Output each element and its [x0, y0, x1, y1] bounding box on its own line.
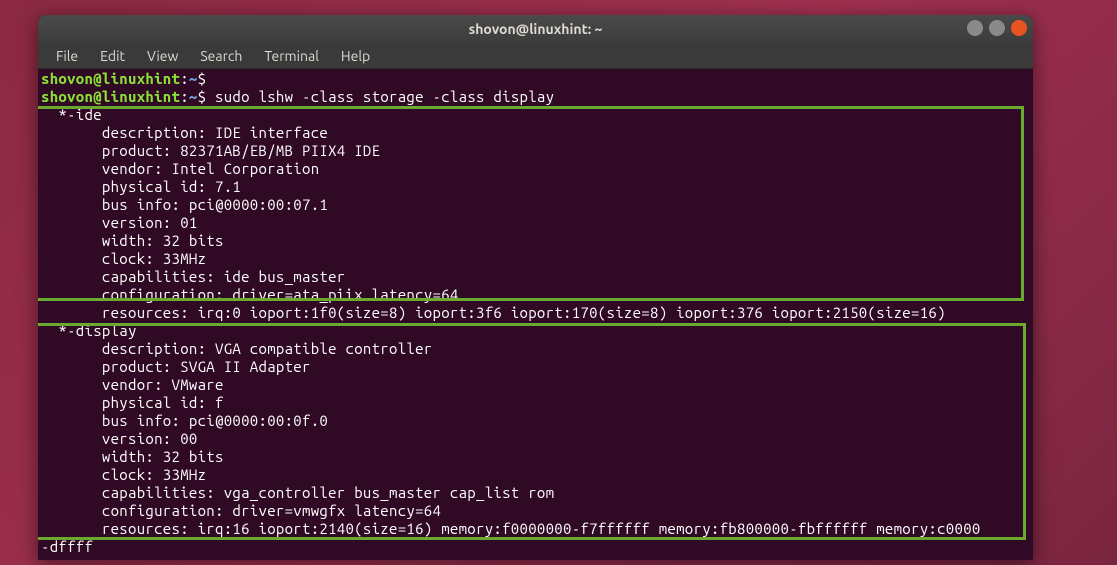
output-ide-header: *-ide — [41, 106, 1030, 124]
terminal-body[interactable]: shovon@linuxhint:~$ shovon@linuxhint:~$ … — [38, 69, 1033, 557]
output-ide-version: version: 01 — [41, 214, 1030, 232]
close-icon[interactable] — [1011, 20, 1027, 36]
output-ide-clock: clock: 33MHz — [41, 250, 1030, 268]
menubar: File Edit View Search Terminal Help — [38, 43, 1033, 69]
menu-search[interactable]: Search — [190, 45, 252, 67]
output-display-version: version: 00 — [41, 430, 1030, 448]
command-2: sudo lshw -class storage -class display — [206, 88, 554, 105]
output-display-resources: resources: irq:16 ioport:2140(size=16) m… — [41, 520, 1030, 538]
prompt-path: ~ — [189, 70, 198, 87]
prompt-colon: : — [180, 70, 189, 87]
output-ide-capabilities: capabilities: ide bus_master — [41, 268, 1030, 286]
prompt-colon: : — [180, 88, 189, 105]
output-ide-product: product: 82371AB/EB/MB PIIX4 IDE — [41, 142, 1030, 160]
prompt-dollar: $ — [198, 70, 207, 87]
output-display-width: width: 32 bits — [41, 448, 1030, 466]
prompt-dollar: $ — [198, 88, 207, 105]
output-ide-resources: resources: irq:0 ioport:1f0(size=8) iopo… — [41, 304, 1030, 322]
output-wrap: -dffff — [41, 538, 1030, 556]
output-ide-businfo: bus info: pci@0000:00:07.1 — [41, 196, 1030, 214]
output-ide-configuration: configuration: driver=ata_piix latency=6… — [41, 286, 1030, 304]
menu-help[interactable]: Help — [331, 45, 380, 67]
output-display-header: *-display — [41, 322, 1030, 340]
output-display-clock: clock: 33MHz — [41, 466, 1030, 484]
terminal-window: shovon@linuxhint: ~ File Edit View Searc… — [38, 15, 1033, 560]
output-display-product: product: SVGA II Adapter — [41, 358, 1030, 376]
output-ide-physicalid: physical id: 7.1 — [41, 178, 1030, 196]
titlebar[interactable]: shovon@linuxhint: ~ — [38, 15, 1033, 43]
menu-view[interactable]: View — [137, 45, 188, 67]
output-display-description: description: VGA compatible controller — [41, 340, 1030, 358]
window-title: shovon@linuxhint: ~ — [469, 21, 603, 37]
prompt-line-2: shovon@linuxhint:~$ sudo lshw -class sto… — [41, 88, 1030, 106]
output-display-physicalid: physical id: f — [41, 394, 1030, 412]
prompt-userhost: shovon@linuxhint — [41, 88, 180, 105]
menu-file[interactable]: File — [46, 45, 88, 67]
output-display-configuration: configuration: driver=vmwgfx latency=64 — [41, 502, 1030, 520]
menu-edit[interactable]: Edit — [90, 45, 135, 67]
maximize-icon[interactable] — [989, 20, 1005, 36]
prompt-userhost: shovon@linuxhint — [41, 70, 180, 87]
output-ide-description: description: IDE interface — [41, 124, 1030, 142]
output-display-capabilities: capabilities: vga_controller bus_master … — [41, 484, 1030, 502]
prompt-path: ~ — [189, 88, 198, 105]
prompt-line-1: shovon@linuxhint:~$ — [41, 70, 1030, 88]
menu-terminal[interactable]: Terminal — [254, 45, 329, 67]
output-ide-width: width: 32 bits — [41, 232, 1030, 250]
window-controls — [967, 20, 1027, 36]
output-display-vendor: vendor: VMware — [41, 376, 1030, 394]
output-ide-vendor: vendor: Intel Corporation — [41, 160, 1030, 178]
output-display-businfo: bus info: pci@0000:00:0f.0 — [41, 412, 1030, 430]
minimize-icon[interactable] — [967, 20, 983, 36]
